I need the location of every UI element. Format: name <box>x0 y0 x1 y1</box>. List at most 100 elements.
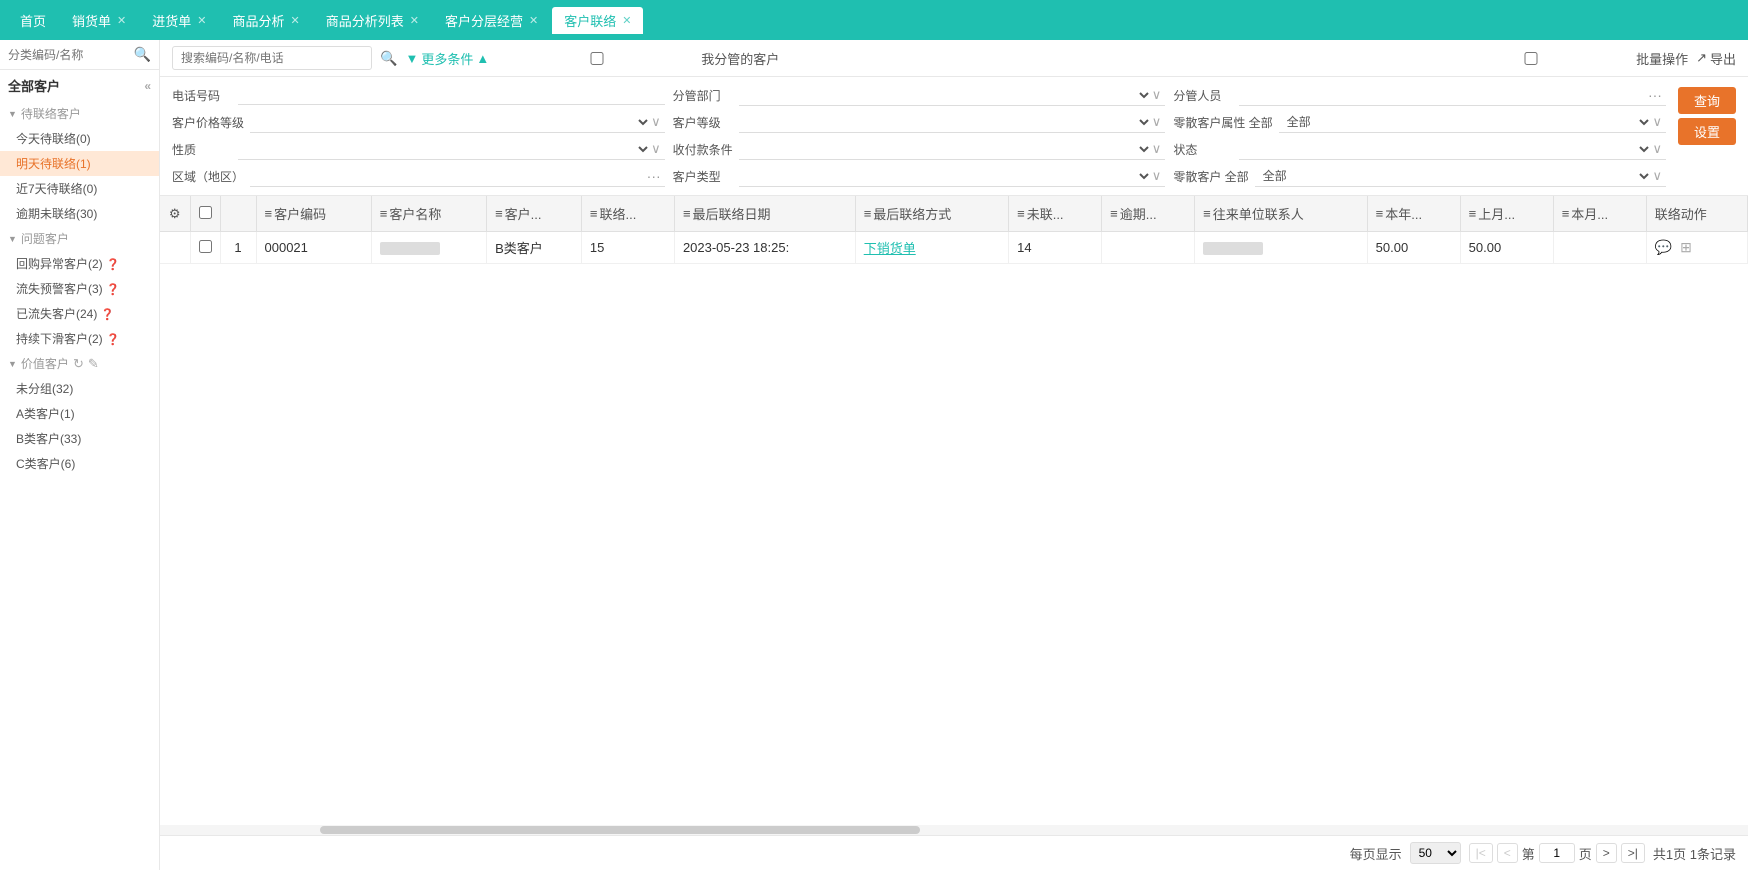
filter-retail-attr-label: 零散客户属性 全部 <box>1173 114 1272 131</box>
sidebar-item-repurchase-abnormal[interactable]: 回购异常客户(2) ❓ <box>0 251 159 276</box>
th-not-linked-sort[interactable]: ≡ <box>1017 206 1025 221</box>
th-overdue-sort[interactable]: ≡ <box>1110 206 1118 221</box>
th-type-sort[interactable]: ≡ <box>495 206 503 221</box>
export-btn[interactable]: ↗ 导出 <box>1696 49 1736 68</box>
nav-sales[interactable]: 销货单 ✕ <box>60 7 138 34</box>
sidebar-item-overdue[interactable]: 逾期未联络(30) <box>0 201 159 226</box>
filter-dept-select[interactable] <box>743 87 1152 103</box>
th-this-month-sort[interactable]: ≡ <box>1562 206 1570 221</box>
sidebar-all-customers[interactable]: 全部客户 « <box>0 70 159 101</box>
sidebar-item-7days[interactable]: 近7天待联络(0) <box>0 176 159 201</box>
filter-phone-input[interactable] <box>242 88 661 102</box>
horizontal-scrollbar[interactable] <box>160 825 1748 835</box>
nav-purchase-close[interactable]: ✕ <box>197 14 206 27</box>
nav-product-list-close[interactable]: ✕ <box>410 14 419 27</box>
sidebar-refresh-icon[interactable]: ↻ <box>73 356 84 372</box>
th-last-date-sort[interactable]: ≡ <box>683 206 691 221</box>
sidebar-item-today[interactable]: 今天待联络(0) <box>0 126 159 151</box>
row-checkbox[interactable] <box>199 240 212 253</box>
nav-product-analysis[interactable]: 商品分析 ✕ <box>220 7 311 34</box>
row-type-cell: B类客户 <box>487 232 582 264</box>
row-last-method[interactable]: 下销货单 <box>864 241 916 256</box>
filter-status-wrapper: ∨ <box>1239 139 1666 160</box>
search-icon-btn[interactable]: 🔍 <box>380 50 397 67</box>
sidebar-item-tomorrow[interactable]: 明天待联络(1) <box>0 151 159 176</box>
sidebar-collapse-icon: « <box>144 79 151 93</box>
sidebar-item-declining[interactable]: 持续下滑客户(2) ❓ <box>0 326 159 351</box>
sidebar-item-a-class[interactable]: A类客户(1) <box>0 401 159 426</box>
filter-region-input[interactable] <box>254 169 647 183</box>
nav-product-analysis-close[interactable]: ✕ <box>291 14 300 27</box>
nav-product-list[interactable]: 商品分析列表 ✕ <box>314 7 431 34</box>
sidebar-item-ungrouped[interactable]: 未分组(32) <box>0 376 159 401</box>
row-last-month-cell: 50.00 <box>1460 232 1553 264</box>
filter-manager-wrapper: ··· <box>1239 85 1666 106</box>
nav-home[interactable]: 首页 <box>8 7 58 34</box>
filter-more-btn[interactable]: ▼ 更多条件 ▲ <box>405 49 489 68</box>
th-name-sort[interactable]: ≡ <box>380 206 388 221</box>
sidebar-item-b-class[interactable]: B类客户(33) <box>0 426 159 451</box>
th-last-month-sort[interactable]: ≡ <box>1469 206 1477 221</box>
row-action-chat-icon[interactable]: 💬 <box>1655 239 1672 256</box>
settings-button[interactable]: 设置 <box>1678 118 1736 145</box>
page-next-btn[interactable]: > <box>1596 843 1617 863</box>
sidebar-search-icon[interactable]: 🔍 <box>134 46 151 63</box>
nav-customer-contact[interactable]: 客户联络 ✕ <box>552 7 643 34</box>
filter-price-level-select[interactable] <box>254 114 651 130</box>
nav-customer-layered[interactable]: 客户分层经营 ✕ <box>433 7 550 34</box>
row-name-blurred <box>380 242 440 255</box>
sidebar-all-label: 全部客户 <box>8 76 60 95</box>
filter-region-label: 区域（地区） <box>172 168 244 185</box>
filter-status: 状态 ∨ <box>1173 139 1666 160</box>
filter-region-wrapper: ··· <box>250 166 665 187</box>
th-this-year-sort[interactable]: ≡ <box>1376 206 1384 221</box>
sidebar-group-value: 价值客户 ↻ ✎ <box>0 351 159 376</box>
sidebar-item-churn-warning[interactable]: 流失预警客户(3) ❓ <box>0 276 159 301</box>
nav-customer-layered-close[interactable]: ✕ <box>529 14 538 27</box>
sidebar-group-problem: 问题客户 <box>0 226 159 251</box>
sidebar-edit-icon[interactable]: ✎ <box>88 356 99 372</box>
batch-operations-btn[interactable]: 批量操作 <box>1431 49 1688 68</box>
sidebar-search-input[interactable] <box>8 48 134 62</box>
row-action-grid-icon[interactable]: ⊞ <box>1680 239 1692 256</box>
select-all-checkbox[interactable] <box>199 206 212 219</box>
filter-payment-select[interactable] <box>743 141 1152 157</box>
query-button[interactable]: 查询 <box>1678 87 1736 114</box>
nav-customer-contact-close[interactable]: ✕ <box>622 14 631 27</box>
page-prev-btn[interactable]: < <box>1497 843 1518 863</box>
filter-manager-dots[interactable]: ··· <box>1648 87 1662 103</box>
th-unit-contact-sort[interactable]: ≡ <box>1203 206 1211 221</box>
per-page-select[interactable]: 50 100 200 <box>1410 842 1461 864</box>
search-input[interactable] <box>172 46 372 70</box>
filter-manager-input[interactable] <box>1243 88 1648 102</box>
sidebar-item-churned[interactable]: 已流失客户(24) ❓ <box>0 301 159 326</box>
th-code-sort[interactable]: ≡ <box>265 206 273 221</box>
page-last-btn[interactable]: >| <box>1621 843 1645 863</box>
filter-payment-label: 收付款条件 <box>673 141 733 158</box>
page-first-btn[interactable]: |< <box>1469 843 1493 863</box>
filter-region-dots[interactable]: ··· <box>647 168 661 184</box>
sidebar: 🔍 全部客户 « 待联络客户 今天待联络(0) 明天待联络(1) 近7天待联络(… <box>0 40 160 870</box>
filter-customer-level-select[interactable] <box>743 114 1152 130</box>
gear-icon[interactable]: ⚙ <box>169 206 181 221</box>
filter-customer-type-select[interactable] <box>743 168 1152 184</box>
row-unit-contact-blurred <box>1203 242 1263 255</box>
th-last-method-sort[interactable]: ≡ <box>864 206 872 221</box>
nav-sales-close[interactable]: ✕ <box>117 14 126 27</box>
sidebar-item-c-class[interactable]: C类客户(6) <box>0 451 159 476</box>
filter-status-select[interactable] <box>1243 141 1652 157</box>
top-navigation: 首页 销货单 ✕ 进货单 ✕ 商品分析 ✕ 商品分析列表 ✕ 客户分层经营 ✕ … <box>0 0 1748 40</box>
pagination-bar: 每页显示 50 100 200 |< < 第 页 > >| 共1页 1条记录 <box>160 835 1748 870</box>
row-last-date-cell: 2023-05-23 18:25: <box>674 232 855 264</box>
filter-retail-attr-select[interactable]: 全部 <box>1283 114 1653 130</box>
filter-nature-select[interactable] <box>242 141 651 157</box>
row-not-linked-cell: 14 <box>1009 232 1102 264</box>
filter-retail-chevron: ∨ <box>1652 168 1662 184</box>
th-contact-sort[interactable]: ≡ <box>590 206 598 221</box>
page-input[interactable] <box>1539 843 1575 863</box>
filter-retail-select[interactable]: 全部 <box>1259 168 1653 184</box>
scrollbar-thumb[interactable] <box>320 826 920 834</box>
batch-checkbox[interactable] <box>1431 52 1631 65</box>
nav-purchase[interactable]: 进货单 ✕ <box>140 7 218 34</box>
my-customers-checkbox[interactable] <box>497 52 697 65</box>
